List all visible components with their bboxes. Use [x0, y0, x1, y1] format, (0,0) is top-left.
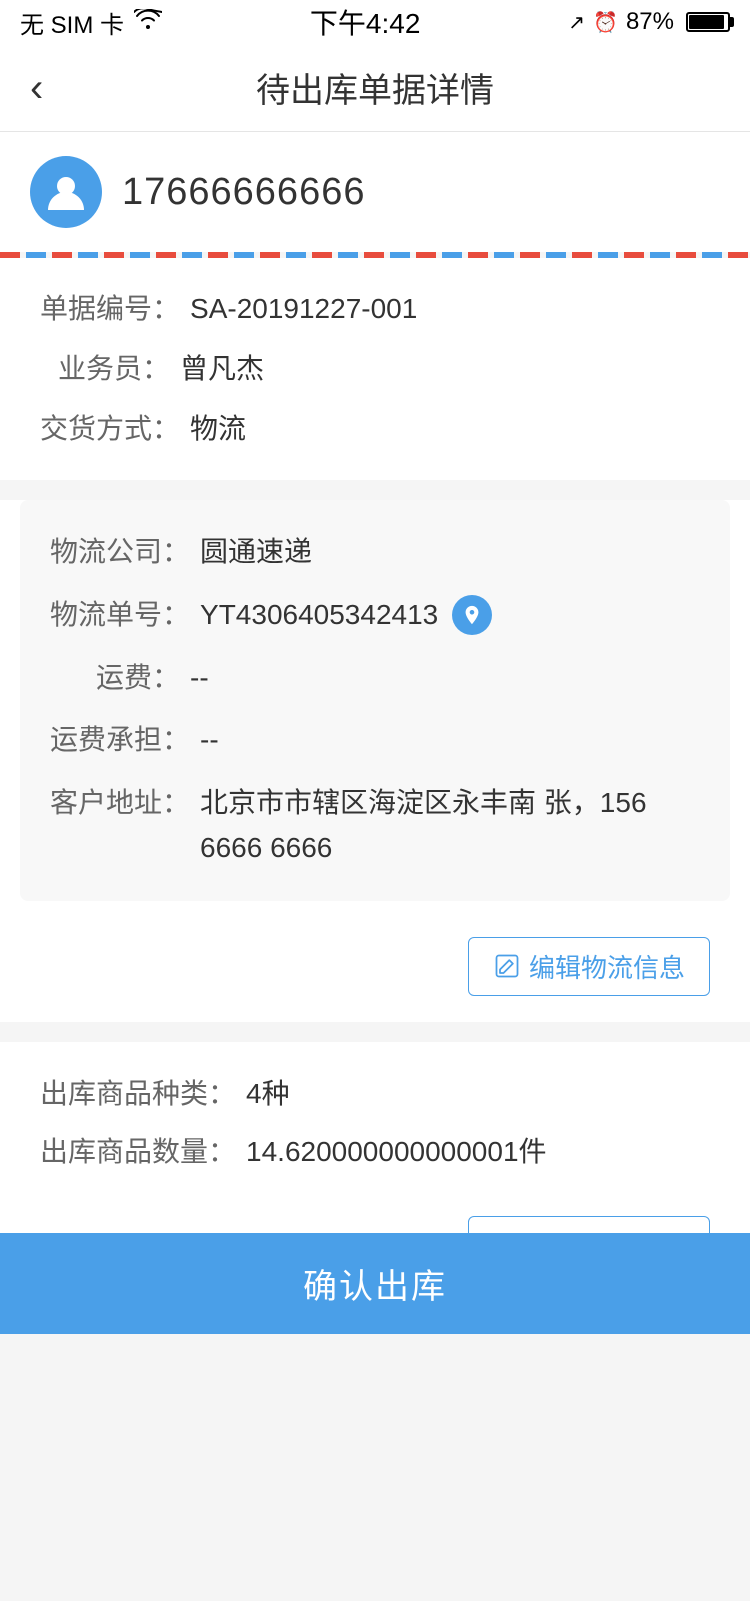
- freight-row: 运费： --: [50, 656, 700, 701]
- logistics-section: 物流公司： 圆通速递 物流单号： YT4306405342413: [20, 500, 730, 901]
- doc-number-value: SA-20191227-001: [190, 288, 710, 330]
- goods-qty-label: 出库商品数量：: [40, 1130, 246, 1170]
- logistics-company-label: 物流公司：: [50, 530, 200, 575]
- delivery-label: 交货方式：: [40, 408, 190, 450]
- alarm-icon: ⏰: [593, 10, 618, 35]
- avatar: [30, 156, 102, 228]
- status-right: ↗ ⏰ 87%: [568, 8, 730, 36]
- goods-qty-value: 14.620000000000001件: [246, 1130, 547, 1170]
- freight-bearer-value: --: [200, 718, 700, 763]
- carrier-text: 无 SIM 卡: [20, 5, 124, 40]
- status-bar: 无 SIM 卡 下午4:42 ↗ ⏰ 87%: [0, 0, 750, 44]
- logistics-tracking-label: 物流单号：: [50, 593, 200, 638]
- customer-header: 17666666666: [0, 132, 750, 252]
- logistics-company-row: 物流公司： 圆通速递: [50, 530, 700, 575]
- status-left: 无 SIM 卡: [20, 5, 162, 40]
- edit-logistics-button[interactable]: 编辑物流信息: [468, 937, 710, 996]
- logistics-wrapper: 物流公司： 圆通速递 物流单号： YT4306405342413: [0, 500, 750, 1022]
- delivery-value: 物流: [190, 408, 710, 450]
- location-service-icon: ↗: [568, 10, 585, 35]
- logistics-tracking-value: YT4306405342413: [200, 593, 438, 638]
- freight-label: 运费：: [50, 656, 190, 701]
- freight-value: --: [190, 656, 700, 701]
- delivery-row: 交货方式： 物流: [40, 408, 710, 450]
- confirm-outbound-button[interactable]: 确认出库: [0, 1259, 750, 1308]
- goods-type-label: 出库商品种类：: [40, 1072, 246, 1112]
- goods-type-row: 出库商品种类： 4种: [40, 1072, 710, 1112]
- address-label: 客户地址：: [50, 781, 200, 826]
- status-time: 下午4:42: [310, 2, 421, 42]
- goods-qty-row: 出库商品数量： 14.620000000000001件: [40, 1130, 710, 1170]
- back-button[interactable]: ‹: [30, 68, 43, 108]
- address-row: 客户地址： 北京市市辖区海淀区永丰南 张，156 6666 6666: [50, 781, 700, 871]
- edit-logistics-label: 编辑物流信息: [529, 948, 685, 985]
- logistics-tracking-row: 物流单号： YT4306405342413: [50, 593, 700, 638]
- customer-phone: 17666666666: [122, 171, 365, 214]
- freight-bearer-row: 运费承担： --: [50, 718, 700, 763]
- nav-bar: ‹ 待出库单据详情: [0, 44, 750, 132]
- battery-text: 87%: [626, 8, 674, 36]
- confirm-btn-container: 确认出库: [0, 1233, 750, 1334]
- page-title: 待出库单据详情: [256, 63, 494, 112]
- battery-icon: [686, 12, 730, 32]
- salesperson-row: 业务员： 曾凡杰: [40, 348, 710, 390]
- logistics-company-value: 圆通速递: [200, 530, 700, 575]
- address-value: 北京市市辖区海淀区永丰南 张，156 6666 6666: [200, 781, 700, 871]
- tracking-location-button[interactable]: [452, 595, 492, 635]
- section-divider-1: [0, 1022, 750, 1042]
- edit-btn-row: 编辑物流信息: [0, 921, 750, 1022]
- tracking-row: YT4306405342413: [200, 593, 492, 638]
- goods-type-value: 4种: [246, 1072, 290, 1112]
- salesperson-value: 曾凡杰: [180, 348, 710, 390]
- order-info-section: 单据编号： SA-20191227-001 业务员： 曾凡杰 交货方式： 物流: [0, 258, 750, 480]
- doc-number-label: 单据编号：: [40, 288, 190, 330]
- freight-bearer-label: 运费承担：: [50, 718, 200, 763]
- goods-section: 出库商品种类： 4种 出库商品数量： 14.620000000000001件: [0, 1042, 750, 1200]
- doc-number-row: 单据编号： SA-20191227-001: [40, 288, 710, 330]
- salesperson-label: 业务员：: [40, 348, 180, 390]
- wifi-icon: [134, 8, 162, 36]
